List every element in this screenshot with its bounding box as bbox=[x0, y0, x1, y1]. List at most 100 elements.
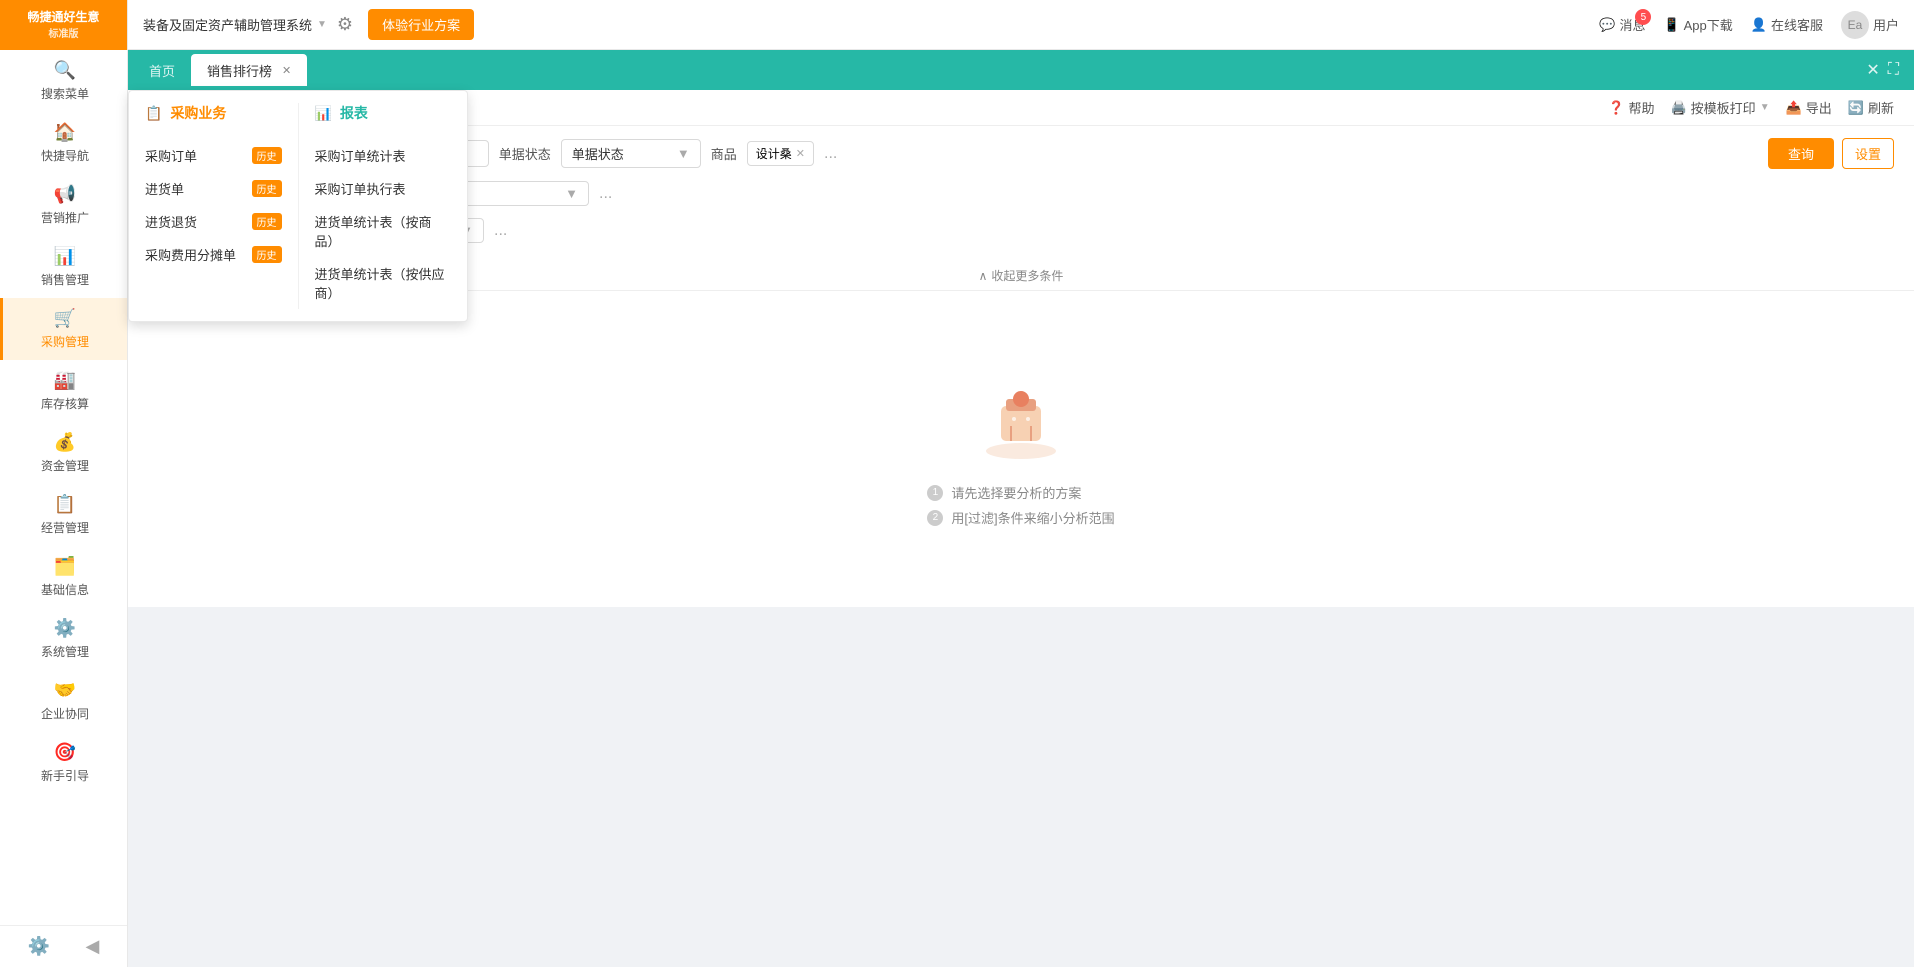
empty-text-container: 1 请先选择要分析的方案 2 用[过滤]条件来缩小分析范围 bbox=[927, 483, 1114, 527]
export-btn[interactable]: 📤 导出 bbox=[1786, 98, 1832, 117]
app-download-label: App下载 bbox=[1684, 15, 1733, 34]
message-btn[interactable]: 💬 消息 5 bbox=[1599, 15, 1645, 34]
topbar: 装备及固定资产辅助管理系统 ▼ ⚙ 体验行业方案 💬 消息 5 📱 App下载 … bbox=[128, 0, 1914, 50]
sidebar-item-basic[interactable]: 🗂️ 基础信息 bbox=[0, 546, 127, 608]
sidebar-item-marketing[interactable]: 📢 营销推广 bbox=[0, 174, 127, 236]
sidebar-item-label: 快捷导航 bbox=[41, 147, 89, 164]
menu-purchase-cost[interactable]: 采购费用分摊单 历史 bbox=[145, 238, 282, 271]
receipt-stats-goods-label: 进货单统计表（按商品） bbox=[315, 212, 452, 250]
purchase-dropdown-menu: 📋 采购业务 采购订单 历史 进货单 历史 进货退货 历史 采购费用分摊单 历史… bbox=[128, 90, 468, 322]
goods-return-history-badge: 历史 bbox=[252, 213, 282, 230]
purchase-cost-label: 采购费用分摊单 bbox=[145, 245, 236, 264]
query-btn[interactable]: 查询 bbox=[1768, 138, 1834, 169]
enterprise-icon: 🤝 bbox=[54, 680, 76, 701]
tab-sales-rank[interactable]: 销售排行榜 ✕ bbox=[191, 54, 307, 86]
sidebar-item-label: 经营管理 bbox=[41, 519, 89, 536]
salesperson-caret-icon: ▼ bbox=[565, 186, 578, 201]
customer-dots[interactable]: ... bbox=[494, 222, 507, 240]
topbar-right: 💬 消息 5 📱 App下载 👤 在线客服 Ea 用户 bbox=[1599, 11, 1899, 39]
goods-tag-close-icon[interactable]: ✕ bbox=[796, 147, 805, 160]
industry-btn[interactable]: 体验行业方案 bbox=[368, 9, 474, 40]
sidebar-item-inventory[interactable]: 🏭 库存核算 bbox=[0, 360, 127, 422]
sidebar-item-purchase[interactable]: 🛒 采购管理 bbox=[0, 298, 127, 360]
menu-receipt-stats-by-goods[interactable]: 进货单统计表（按商品） bbox=[315, 205, 452, 257]
purchase-menu-title: 采购业务 bbox=[170, 103, 226, 123]
salesperson-dots[interactable]: ... bbox=[599, 185, 612, 203]
sidebar-item-finance[interactable]: 💰 资金管理 bbox=[0, 422, 127, 484]
sidebar-item-label: 库存核算 bbox=[41, 395, 89, 412]
online-service-btn[interactable]: 👤 在线客服 bbox=[1751, 15, 1823, 34]
report-menu-title: 报表 bbox=[340, 103, 368, 123]
logo-sub: 标准版 bbox=[49, 25, 79, 40]
purchase-order-history-badge: 历史 bbox=[252, 147, 282, 164]
print-dropdown-icon: ▼ bbox=[1760, 102, 1770, 113]
marketing-icon: 📢 bbox=[54, 184, 76, 205]
tab-close-icon[interactable]: ✕ bbox=[282, 64, 291, 77]
close-all-btn[interactable]: ✕ bbox=[1866, 60, 1879, 80]
sidebar-item-sales[interactable]: 📊 销售管理 bbox=[0, 236, 127, 298]
sidebar-item-system[interactable]: ⚙️ 系统管理 bbox=[0, 608, 127, 670]
home-icon: 🏠 bbox=[54, 122, 76, 143]
service-icon: 👤 bbox=[1751, 17, 1767, 33]
sidebar-item-enterprise[interactable]: 🤝 企业协同 bbox=[0, 670, 127, 732]
menu-receipt-stats-by-supplier[interactable]: 进货单统计表（按供应商） bbox=[315, 257, 452, 309]
footer-settings-icon[interactable]: ⚙️ bbox=[28, 936, 50, 957]
app-icon: 📱 bbox=[1663, 17, 1679, 33]
report-menu-icon: 📊 bbox=[315, 105, 332, 122]
help-icon: ❓ bbox=[1608, 100, 1624, 116]
goods-tag-value: 设计桑 bbox=[756, 145, 792, 162]
sidebar-item-label: 基础信息 bbox=[41, 581, 89, 598]
menu-purchase-order-exec[interactable]: 采购订单执行表 bbox=[315, 172, 452, 205]
user-label: 用户 bbox=[1873, 15, 1899, 34]
dropdown-arrow-icon: ▼ bbox=[317, 19, 327, 30]
sidebar-item-newbie[interactable]: 🎯 新手引导 bbox=[0, 732, 127, 794]
dot-2: 2 bbox=[927, 510, 943, 526]
sidebar-item-operation[interactable]: 📋 经营管理 bbox=[0, 484, 127, 546]
hint1-text: 请先选择要分析的方案 bbox=[951, 483, 1081, 502]
bill-status-label: 单据状态 bbox=[499, 144, 551, 163]
online-service-label: 在线客服 bbox=[1771, 15, 1823, 34]
menu-purchase-order[interactable]: 采购订单 历史 bbox=[145, 139, 282, 172]
tab-home[interactable]: 首页 bbox=[133, 54, 191, 86]
expand-btn[interactable]: ⛶ bbox=[1888, 61, 1899, 79]
sidebar-item-label: 采购管理 bbox=[41, 333, 89, 350]
goods-return-label: 进货退货 bbox=[145, 212, 197, 231]
user-menu[interactable]: Ea 用户 bbox=[1841, 11, 1899, 39]
purchase-icon: 🛒 bbox=[54, 308, 76, 329]
sidebar-item-label: 企业协同 bbox=[41, 705, 89, 722]
export-label: 导出 bbox=[1806, 98, 1832, 117]
sidebar-item-label: 资金管理 bbox=[41, 457, 89, 474]
collapse-up-icon: ∧ bbox=[979, 269, 988, 283]
template-print-label: 按模板打印 bbox=[1691, 98, 1756, 117]
inventory-icon: 🏭 bbox=[54, 370, 76, 391]
export-icon: 📤 bbox=[1786, 100, 1802, 116]
purchase-order-label: 采购订单 bbox=[145, 146, 197, 165]
purchase-cost-history-badge: 历史 bbox=[252, 246, 282, 263]
app-download-btn[interactable]: 📱 App下载 bbox=[1663, 15, 1732, 34]
logo-title: 畅捷通好生意 bbox=[27, 10, 99, 26]
purchase-order-exec-label: 采购订单执行表 bbox=[315, 179, 406, 198]
sidebar-item-label: 搜索菜单 bbox=[41, 85, 89, 102]
menu-goods-receipt[interactable]: 进货单 历史 bbox=[145, 172, 282, 205]
system-title-dropdown[interactable]: 装备及固定资产辅助管理系统 ▼ bbox=[143, 15, 327, 34]
bill-status-value: 单据状态 bbox=[572, 144, 624, 163]
menu-purchase-order-stats[interactable]: 采购订单统计表 bbox=[315, 139, 452, 172]
menu-goods-return[interactable]: 进货退货 历史 bbox=[145, 205, 282, 238]
footer-collapse-icon[interactable]: ◀ bbox=[85, 936, 99, 957]
sidebar-item-search[interactable]: 🔍 搜索菜单 bbox=[0, 50, 127, 112]
template-print-btn[interactable]: 🖨️ 按模板打印 ▼ bbox=[1670, 98, 1769, 117]
sidebar-item-quicknav[interactable]: 🏠 快捷导航 bbox=[0, 112, 127, 174]
refresh-btn[interactable]: 🔄 刷新 bbox=[1848, 98, 1894, 117]
dropdown-col2-header: 📊 报表 bbox=[315, 103, 452, 129]
goods-tag: 设计桑 ✕ bbox=[747, 141, 814, 166]
settings-btn[interactable]: 设置 bbox=[1842, 138, 1894, 169]
hint2-text: 用[过滤]条件来缩小分析范围 bbox=[951, 508, 1114, 527]
goods-dots[interactable]: ... bbox=[824, 145, 837, 163]
topbar-settings-icon[interactable]: ⚙ bbox=[337, 14, 353, 35]
help-btn[interactable]: ❓ 帮助 bbox=[1608, 98, 1654, 117]
bill-status-select[interactable]: 单据状态 ▼ bbox=[561, 139, 701, 168]
search-icon: 🔍 bbox=[54, 60, 76, 81]
refresh-icon: 🔄 bbox=[1848, 100, 1864, 116]
user-avatar: Ea bbox=[1841, 11, 1869, 39]
bill-status-caret-icon: ▼ bbox=[677, 146, 690, 161]
